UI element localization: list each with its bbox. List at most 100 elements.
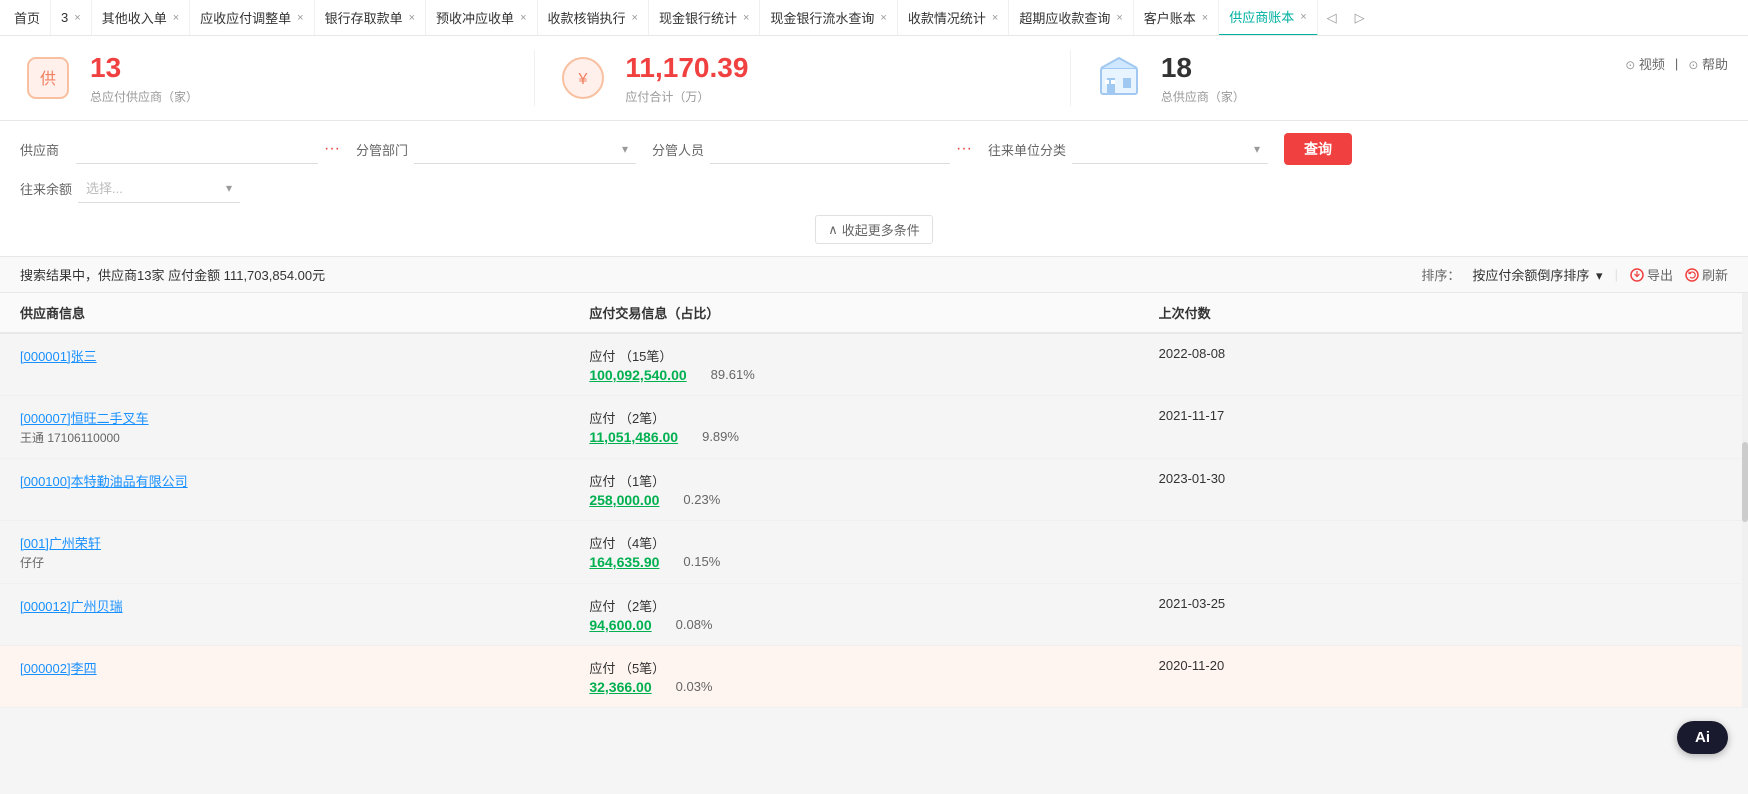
summary-card-total-supplier: 18 总供应商（家） <box>1091 50 1605 106</box>
filter-person: 分管人员 ··· <box>652 134 972 164</box>
supplier-link-5[interactable]: [000002]李四 <box>20 658 589 677</box>
last-pay-cell-5: 2020-11-20 <box>1159 658 1728 673</box>
refresh-button[interactable]: 刷新 <box>1685 265 1728 284</box>
payable-cell-1: 应付 （2笔） 11,051,486.00 9.89% <box>589 408 1158 445</box>
filter-dept: 分管部门 ▾ <box>356 134 636 164</box>
result-actions: 排序： 按应付余额倒序排序 ▾ | 导出 刷新 <box>1421 265 1728 284</box>
person-ellipsis-icon[interactable]: ··· <box>956 140 972 158</box>
close-icon[interactable]: × <box>880 12 886 24</box>
help-link[interactable]: ⊙ 帮助 <box>1688 54 1728 73</box>
close-icon[interactable]: × <box>632 12 638 24</box>
balance-filter-label: 往来余额 <box>20 179 72 198</box>
nav-prev-arrow[interactable]: ◁ <box>1318 0 1346 36</box>
table-row: [000002]李四 应付 （5笔） 32,366.00 0.03% 2020-… <box>0 646 1748 708</box>
supplier-ap-icon: 供 <box>20 50 76 106</box>
dept-filter-label: 分管部门 <box>356 140 408 159</box>
svg-text:¥: ¥ <box>578 71 588 88</box>
close-icon[interactable]: × <box>1300 11 1306 23</box>
filter-category: 往来单位分类 ▾ <box>988 134 1268 164</box>
sort-label: 排序： <box>1421 265 1460 284</box>
person-filter-label: 分管人员 <box>652 140 704 159</box>
supplier-link-1[interactable]: [000007]恒旺二手叉车 <box>20 408 589 427</box>
nav-payment-verify[interactable]: 收款核销执行 × <box>538 0 649 36</box>
collapse-button[interactable]: ∧ 收起更多条件 <box>815 215 933 244</box>
nav-ar-ap-adjust[interactable]: 应收应付调整单 × <box>190 0 314 36</box>
ai-button[interactable]: Ai <box>1677 721 1728 754</box>
supplier-cell-3: [001]广州荣轩 仔仔 <box>20 533 589 571</box>
close-icon[interactable]: × <box>520 12 526 24</box>
table-header: 供应商信息 应付交易信息（占比） 上次付数 <box>0 293 1748 334</box>
close-icon[interactable]: × <box>743 12 749 24</box>
payable-amount-link-3[interactable]: 164,635.90 <box>589 554 659 570</box>
filter-area: 供应商 ··· 分管部门 ▾ 分管人员 ··· 往来单位分类 ▾ 查询 <box>0 121 1748 257</box>
payable-cell-0: 应付 （15笔） 100,092,540.00 89.61% <box>589 346 1158 383</box>
nav-bank-deposit[interactable]: 银行存取款单 × <box>315 0 426 36</box>
category-filter-select[interactable]: ▾ <box>1072 134 1268 164</box>
payable-cell-5: 应付 （5笔） 32,366.00 0.03% <box>589 658 1158 695</box>
close-icon[interactable]: × <box>1202 12 1208 24</box>
summary-info-total-supplier: 18 总供应商（家） <box>1161 51 1245 106</box>
filter-row-2: 往来余额 选择... ▾ <box>20 173 1728 203</box>
search-button[interactable]: 查询 <box>1284 133 1352 165</box>
last-pay-cell-2: 2023-01-30 <box>1159 471 1728 486</box>
nav-advance-ar[interactable]: 预收冲应收单 × <box>426 0 537 36</box>
last-pay-cell-0: 2022-08-08 <box>1159 346 1728 361</box>
scrollbar-track <box>1742 293 1748 708</box>
last-pay-cell-1: 2021-11-17 <box>1159 408 1728 423</box>
export-button[interactable]: 导出 <box>1630 265 1673 284</box>
nav-customer-ledger[interactable]: 客户账本 × <box>1134 0 1219 36</box>
supplier-link-4[interactable]: [000012]广州贝瑞 <box>20 596 589 615</box>
collapse-row: ∧ 收起更多条件 <box>20 211 1728 248</box>
close-icon[interactable]: × <box>173 12 179 24</box>
nav-other-income[interactable]: 其他收入单 × <box>92 0 190 36</box>
payable-amount-link-0[interactable]: 100,092,540.00 <box>589 367 686 383</box>
nav-cash-bank-stats[interactable]: 现金银行统计 × <box>649 0 760 36</box>
dept-filter-select[interactable]: ▾ <box>414 134 636 164</box>
supplier-filter-input[interactable] <box>76 134 318 164</box>
payable-amount-link-2[interactable]: 258,000.00 <box>589 492 659 508</box>
refresh-icon <box>1685 268 1699 282</box>
store-icon <box>1091 50 1147 106</box>
supplier-link-3[interactable]: [001]广州荣轩 <box>20 533 589 552</box>
close-icon[interactable]: × <box>992 12 998 24</box>
payable-amount-link-5[interactable]: 32,366.00 <box>589 679 651 695</box>
nav-overdue-ar[interactable]: 超期应收款查询 × <box>1009 0 1133 36</box>
payable-amount-link-4[interactable]: 94,600.00 <box>589 617 651 633</box>
supplier-link-0[interactable]: [000001]张三 <box>20 346 589 365</box>
payable-amount-link-1[interactable]: 11,051,486.00 <box>589 429 678 445</box>
total-supplier-label: 总供应商（家） <box>1161 88 1245 105</box>
close-icon[interactable]: × <box>409 12 415 24</box>
video-link[interactable]: ⊙ 视频 <box>1625 54 1665 73</box>
filter-balance: 往来余额 选择... ▾ <box>20 173 240 203</box>
balance-filter-select[interactable]: 选择... ▾ <box>78 173 240 203</box>
nav-next-arrow[interactable]: ▷ <box>1346 0 1374 36</box>
export-icon <box>1630 268 1644 282</box>
sort-chevron-icon: ▾ <box>1596 268 1603 283</box>
category-chevron-icon: ▾ <box>1254 142 1260 156</box>
col-payable-info: 应付交易信息（占比） <box>589 303 1158 322</box>
summary-top-right: ⊙ 视频 | ⊙ 帮助 <box>1625 50 1728 73</box>
close-icon[interactable]: × <box>1116 12 1122 24</box>
scrollbar-thumb[interactable] <box>1742 442 1748 522</box>
nav-home[interactable]: 首页 <box>4 0 51 36</box>
payable-cell-3: 应付 （4笔） 164,635.90 0.15% <box>589 533 1158 570</box>
supplier-ellipsis-icon[interactable]: ··· <box>324 140 340 158</box>
person-filter-input[interactable] <box>710 134 950 164</box>
nav-cash-bank-flow[interactable]: 现金银行流水查询 × <box>760 0 897 36</box>
category-filter-label: 往来单位分类 <box>988 140 1066 159</box>
table-row: [000100]本特勤油品有限公司 应付 （1笔） 258,000.00 0.2… <box>0 459 1748 521</box>
close-icon[interactable]: × <box>297 12 303 24</box>
sort-selector[interactable]: 按应付余额倒序排序 ▾ <box>1472 265 1602 284</box>
nav-payment-stats[interactable]: 收款情况统计 × <box>898 0 1009 36</box>
summary-card-total-ap: ¥ 11,170.39 应付合计（万） <box>555 50 1070 106</box>
summary-bar: 供 13 总应付供应商（家） ¥ 11,170.39 应付合计（万） <box>0 36 1748 121</box>
total-ap-label: 应付合计（万） <box>625 88 748 105</box>
close-icon[interactable]: × <box>74 12 80 24</box>
nav-tab3[interactable]: 3 × <box>51 0 92 36</box>
nav-supplier-ledger[interactable]: 供应商账本 × <box>1219 0 1317 36</box>
supplier-ap-value: 13 <box>90 51 198 85</box>
supplier-table: 供应商信息 应付交易信息（占比） 上次付数 [000001]张三 应付 （15笔… <box>0 293 1748 708</box>
supplier-link-2[interactable]: [000100]本特勤油品有限公司 <box>20 471 589 490</box>
supplier-ap-label: 总应付供应商（家） <box>90 88 198 105</box>
result-info: 搜索结果中，供应商13家 应付金额 111,703,854.00元 <box>20 265 325 284</box>
